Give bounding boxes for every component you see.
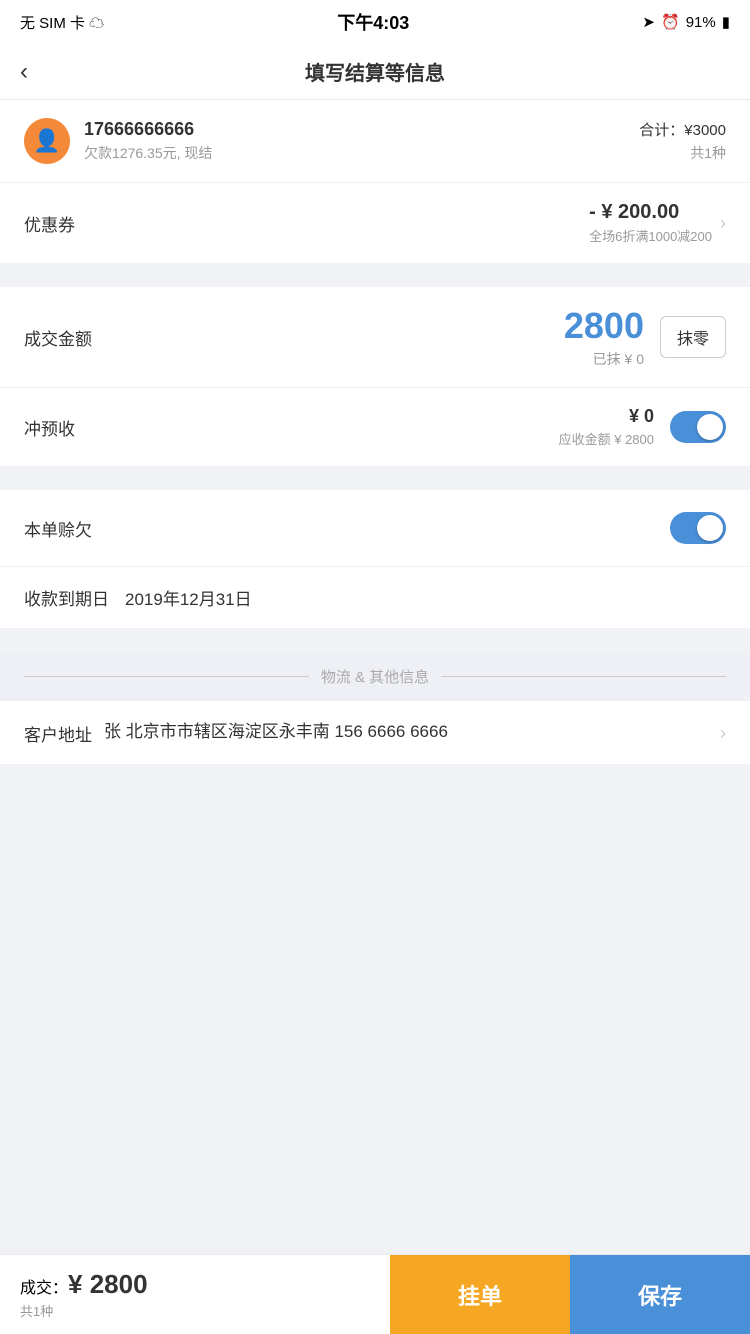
deal-wiped: 已抹 ¥ 0 xyxy=(564,349,644,369)
debt-row: 本单赊欠 xyxy=(0,490,750,566)
coupon-label: 优惠券 xyxy=(24,211,75,236)
divider-line-right xyxy=(441,676,726,677)
address-value: 张 北京市市辖区海淀区永丰南 156 6666 6666 xyxy=(104,719,708,745)
status-time: 下午4:03 xyxy=(337,9,409,35)
duedate-row: 收款到期日 2019年12月31日 xyxy=(0,566,750,628)
coupon-desc: 全场6折满1000减200 xyxy=(589,226,712,245)
separator-1 xyxy=(0,275,750,287)
no-sim-text: 无 SIM 卡 ☁ xyxy=(20,12,104,33)
deal-card: 成交金额 2800 已抹 ¥ 0 抹零 冲预收 ¥ 0 应收金额 ¥ 2800 xyxy=(0,287,750,466)
summary-amount: ¥ 2800 xyxy=(68,1269,148,1299)
battery-text: 91% xyxy=(686,14,716,31)
nav-bar: ‹ 填写结算等信息 xyxy=(0,44,750,100)
status-left: 无 SIM 卡 ☁ xyxy=(20,12,104,33)
back-button[interactable]: ‹ xyxy=(20,58,60,86)
avatar-icon: 👤 xyxy=(33,128,60,154)
customer-right: 合计：¥3000 共1种 xyxy=(639,119,726,163)
alarm-icon: ⏰ xyxy=(661,13,680,31)
coupon-chevron-icon: › xyxy=(720,213,726,234)
coupon-row[interactable]: 优惠券 - ¥ 200.00 全场6折满1000减200 › xyxy=(0,182,750,263)
debt-toggle[interactable] xyxy=(670,512,726,544)
debt-toggle-thumb xyxy=(697,515,723,541)
customer-left: 👤 17666666666 欠款1276.35元, 现结 xyxy=(24,118,212,164)
logistics-label: 物流 & 其他信息 xyxy=(321,666,429,687)
battery-icon: ▮ xyxy=(722,13,730,31)
prepay-amount-wrap: ¥ 0 应收金额 ¥ 2800 xyxy=(559,406,654,448)
bottom-summary-top: 成交：¥ 2800 xyxy=(20,1269,370,1300)
coupon-info: - ¥ 200.00 全场6折满1000减200 xyxy=(589,201,712,245)
address-label: 客户地址 xyxy=(24,721,92,746)
pending-button[interactable]: 挂单 xyxy=(390,1255,570,1334)
summary-label: 成交： xyxy=(20,1280,68,1297)
status-bar: 无 SIM 卡 ☁ 下午4:03 ➤ ⏰ 91% ▮ xyxy=(0,0,750,44)
customer-phone: 17666666666 xyxy=(84,119,212,140)
address-card: 客户地址 张 北京市市辖区海淀区永丰南 156 6666 6666 › xyxy=(0,701,750,764)
debt-label: 本单赊欠 xyxy=(24,516,92,541)
address-chevron-icon: › xyxy=(720,723,726,744)
deal-label: 成交金额 xyxy=(24,325,92,350)
divider-line-left xyxy=(24,676,309,677)
address-row[interactable]: 客户地址 张 北京市市辖区海淀区永丰南 156 6666 6666 › xyxy=(0,701,750,764)
deal-amount: 2800 xyxy=(564,305,644,347)
avatar: 👤 xyxy=(24,118,70,164)
prepay-toggle[interactable] xyxy=(670,411,726,443)
deal-row: 成交金额 2800 已抹 ¥ 0 抹零 xyxy=(0,287,750,387)
separator-2 xyxy=(0,478,750,490)
duedate-label: 收款到期日 xyxy=(24,585,109,610)
prepay-row: 冲预收 ¥ 0 应收金额 ¥ 2800 xyxy=(0,387,750,466)
location-icon: ➤ xyxy=(642,13,655,31)
prepay-right: ¥ 0 应收金额 ¥ 2800 xyxy=(559,406,726,448)
logistics-divider: 物流 & 其他信息 xyxy=(0,652,750,701)
save-button[interactable]: 保存 xyxy=(570,1255,750,1334)
bottom-bar: 成交：¥ 2800 共1种 挂单 保存 xyxy=(0,1254,750,1334)
page-title: 填写结算等信息 xyxy=(305,57,445,86)
summary-count: 共1种 xyxy=(20,1301,370,1320)
customer-row: 👤 17666666666 欠款1276.35元, 现结 合计：¥3000 共1… xyxy=(0,100,750,182)
total-count: 共1种 xyxy=(639,143,726,163)
prepay-toggle-thumb xyxy=(697,414,723,440)
deal-amount-wrap: 2800 已抹 ¥ 0 xyxy=(564,305,644,369)
round-zero-button[interactable]: 抹零 xyxy=(660,316,726,358)
duedate-value: 2019年12月31日 xyxy=(125,585,252,610)
deal-right: 2800 已抹 ¥ 0 抹零 xyxy=(564,305,726,369)
customer-sub: 欠款1276.35元, 现结 xyxy=(84,143,212,163)
prepay-label: 冲预收 xyxy=(24,415,75,440)
content-area: 👤 17666666666 欠款1276.35元, 现结 合计：¥3000 共1… xyxy=(0,100,750,1076)
prepay-amount: ¥ 0 xyxy=(559,406,654,427)
total-label: 合计：¥3000 xyxy=(639,119,726,140)
extra-gray-space xyxy=(0,776,750,976)
bottom-summary: 成交：¥ 2800 共1种 xyxy=(0,1269,390,1320)
customer-info: 17666666666 欠款1276.35元, 现结 xyxy=(84,119,212,163)
separator-3 xyxy=(0,640,750,652)
status-right: ➤ ⏰ 91% ▮ xyxy=(642,13,730,31)
prepay-receivable: 应收金额 ¥ 2800 xyxy=(559,429,654,448)
coupon-right: - ¥ 200.00 全场6折满1000减200 › xyxy=(589,201,726,245)
coupon-amount: - ¥ 200.00 xyxy=(589,201,712,224)
customer-card: 👤 17666666666 欠款1276.35元, 现结 合计：¥3000 共1… xyxy=(0,100,750,263)
debt-card: 本单赊欠 收款到期日 2019年12月31日 xyxy=(0,490,750,628)
